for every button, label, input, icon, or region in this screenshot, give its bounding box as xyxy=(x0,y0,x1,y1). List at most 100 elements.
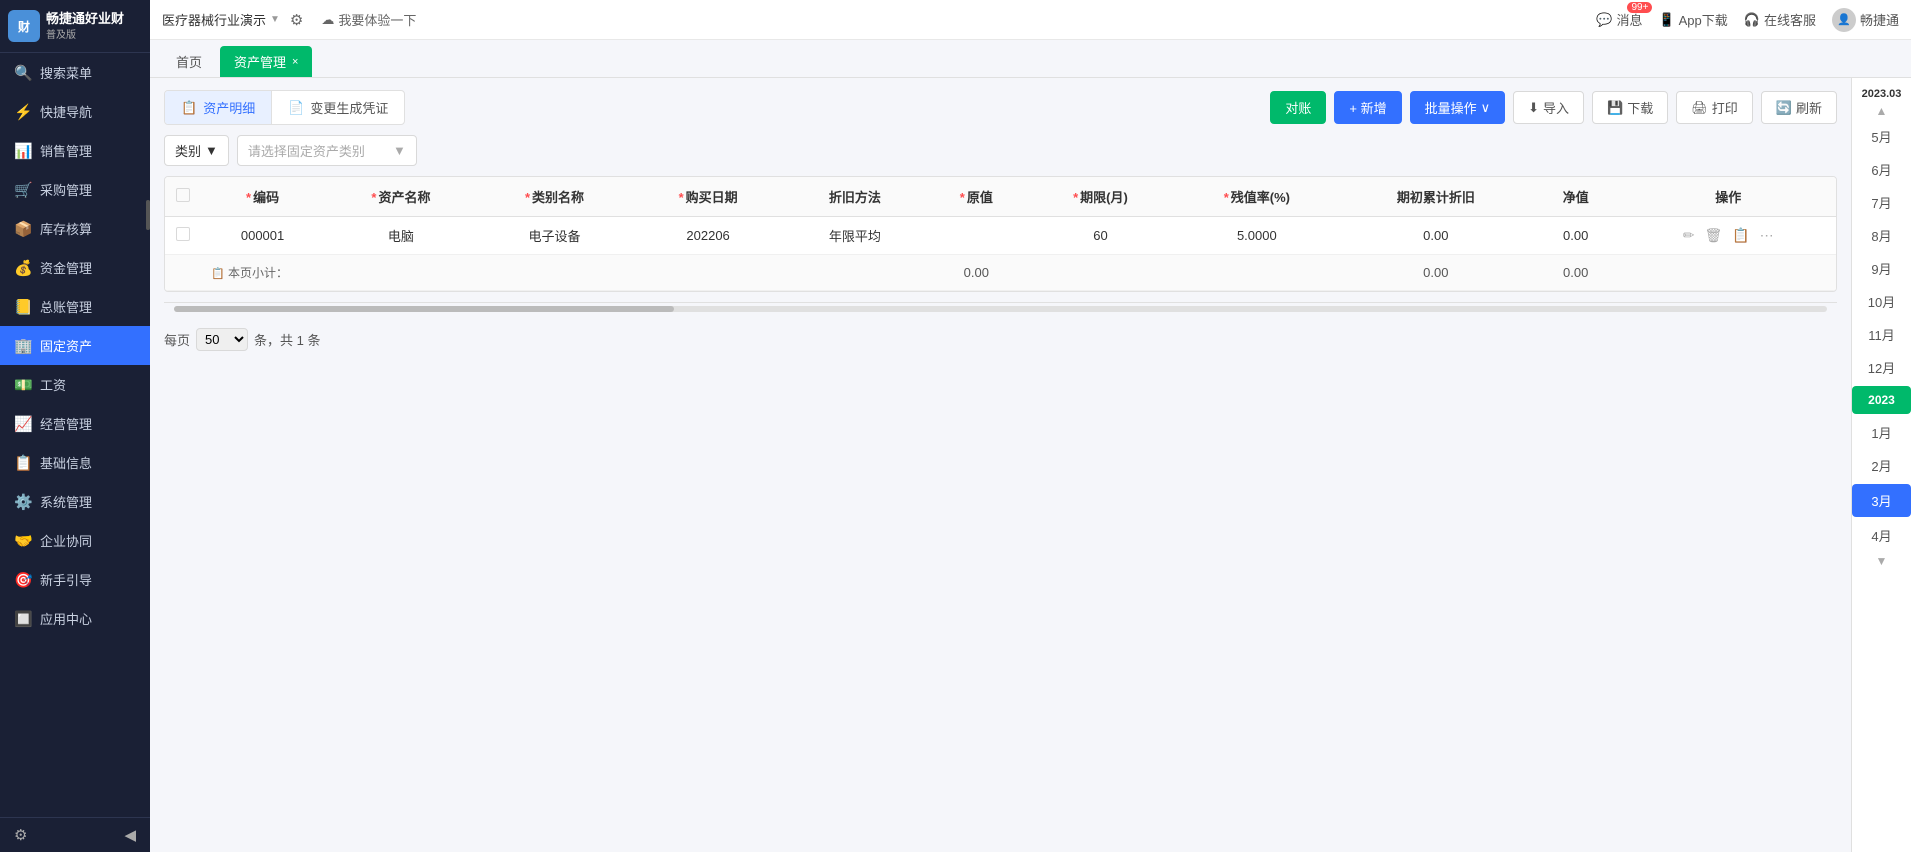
sidebar-item-guide[interactable]: 🎯 新手引导 xyxy=(0,560,150,599)
calendar-month-5[interactable]: 5月 xyxy=(1852,120,1911,153)
settings-icon[interactable]: ⚙ xyxy=(14,826,27,844)
mobile-icon: 📱 xyxy=(1658,12,1674,28)
gear-icon[interactable]: ⚙ xyxy=(290,11,303,29)
collapse-icon[interactable]: ◀ xyxy=(124,826,136,844)
sidebar-item-sales[interactable]: 📊 销售管理 xyxy=(0,131,150,170)
experience-button[interactable]: ☁ 我要体验一下 xyxy=(321,10,416,29)
sidebar-item-basic-info[interactable]: 📋 基础信息 xyxy=(0,443,150,482)
sidebar-item-label: 企业协同 xyxy=(40,531,92,550)
download-button[interactable]: 💾 下载 xyxy=(1592,91,1668,124)
calendar-month-8[interactable]: 8月 xyxy=(1852,219,1911,252)
sidebar-item-purchase[interactable]: 🛒 采购管理 xyxy=(0,170,150,209)
cloud-icon: ☁ xyxy=(321,12,334,28)
select-all-checkbox[interactable] xyxy=(176,188,190,202)
user-menu[interactable]: 👤 畅捷通 xyxy=(1832,8,1899,32)
calendar-year-2023[interactable]: 2023 xyxy=(1852,386,1911,414)
sidebar-item-operations[interactable]: 📈 经营管理 xyxy=(0,404,150,443)
app-name: 畅捷通好业财 xyxy=(46,11,124,27)
filter-row: 类别 ▼ 请选择固定资产类别 ▼ xyxy=(164,135,1837,166)
sidebar-item-label: 新手引导 xyxy=(40,570,92,589)
import-button[interactable]: ⬇ 导入 xyxy=(1513,91,1584,124)
horizontal-scrollbar[interactable] xyxy=(164,302,1837,314)
search-icon: 🔍 xyxy=(14,64,32,82)
calendar-month-1[interactable]: 1月 xyxy=(1852,416,1911,449)
new-button[interactable]: + 新增 xyxy=(1334,91,1401,124)
sidebar-item-app-center[interactable]: 🔲 应用中心 xyxy=(0,599,150,638)
company-selector[interactable]: 医疗器械行业演示 ▼ xyxy=(162,10,280,29)
category-value-select[interactable]: 请选择固定资产类别 ▼ xyxy=(237,135,417,166)
sidebar-nav: 🔍 搜索菜单 ⚡ 快捷导航 📊 销售管理 🛒 采购管理 📦 库存核算 💰 资金管… xyxy=(0,53,150,817)
refresh-button[interactable]: 🔄 刷新 xyxy=(1761,91,1837,124)
edit-icon[interactable]: ✏ xyxy=(1683,227,1695,244)
calendar-month-9[interactable]: 9月 xyxy=(1852,252,1911,285)
calendar-month-6[interactable]: 6月 xyxy=(1852,153,1911,186)
sidebar-item-system[interactable]: ⚙️ 系统管理 xyxy=(0,482,150,521)
reconcile-button[interactable]: 对账 xyxy=(1270,91,1326,124)
subtotal-accumulated: 0.00 xyxy=(1341,255,1531,291)
toolbar-right: 对账 + 新增 批量操作 ∨ ⬇ 导入 💾 下载 xyxy=(1270,91,1837,124)
sidebar-item-inventory[interactable]: 📦 库存核算 xyxy=(0,209,150,248)
cell-net-value: 0.00 xyxy=(1531,217,1620,255)
copy-icon[interactable]: 📋 xyxy=(1732,227,1749,244)
tab-change-voucher[interactable]: 📄 变更生成凭证 xyxy=(272,91,404,124)
calendar-current-month[interactable]: 3月 xyxy=(1852,484,1911,517)
calendar-month-4[interactable]: 4月 xyxy=(1852,519,1911,552)
sidebar-item-ledger[interactable]: 📒 总账管理 xyxy=(0,287,150,326)
basic-info-icon: 📋 xyxy=(14,454,32,472)
delete-icon[interactable]: 🗑 xyxy=(1704,227,1722,244)
tabbar: 首页 资产管理 × xyxy=(150,40,1911,78)
tab-asset-detail[interactable]: 📋 资产明细 xyxy=(165,91,272,124)
sidebar-item-quick-nav[interactable]: ⚡ 快捷导航 xyxy=(0,92,150,131)
sidebar-item-payroll[interactable]: 💵 工资 xyxy=(0,365,150,404)
app-logo: 财 畅捷通好业财 普及版 xyxy=(0,0,150,53)
sales-icon: 📊 xyxy=(14,142,32,160)
sidebar-item-label: 销售管理 xyxy=(40,141,92,160)
batch-ops-button[interactable]: 批量操作 ∨ xyxy=(1410,91,1506,124)
username: 畅捷通 xyxy=(1860,10,1899,29)
sidebar-item-search[interactable]: 🔍 搜索菜单 xyxy=(0,53,150,92)
topbar-right: 💬 消息 99+ 📱 App下载 🎧 在线客服 👤 畅捷通 xyxy=(1596,8,1899,32)
message-button[interactable]: 💬 消息 99+ xyxy=(1596,10,1642,29)
inner-tabs: 📋 资产明细 📄 变更生成凭证 xyxy=(164,90,405,125)
col-category: *类别名称 xyxy=(478,177,632,217)
calendar-month-2[interactable]: 2月 xyxy=(1852,449,1911,482)
sidebar-item-label: 库存核算 xyxy=(40,219,92,238)
subtotal-original-value: 0.00 xyxy=(925,255,1028,291)
col-accumulated-depreciation: 期初累计折旧 xyxy=(1341,177,1531,217)
tab-home[interactable]: 首页 xyxy=(162,46,216,77)
cell-accumulated-depreciation: 0.00 xyxy=(1341,217,1531,255)
row-checkbox[interactable] xyxy=(176,227,190,241)
tab-close-icon[interactable]: × xyxy=(292,56,298,68)
col-period: *期限(月) xyxy=(1028,177,1173,217)
sidebar-item-finance[interactable]: 💰 资金管理 xyxy=(0,248,150,287)
tab-asset-mgmt[interactable]: 资产管理 × xyxy=(220,46,312,77)
calendar-scroll-down[interactable]: ▼ xyxy=(1874,552,1890,570)
download-icon: 💾 xyxy=(1607,100,1623,116)
print-button[interactable]: 🖨 打印 xyxy=(1676,91,1753,124)
app-download-button[interactable]: 📱 App下载 xyxy=(1658,10,1727,29)
total-count: 条，共 1 条 xyxy=(254,330,320,349)
cell-code: 000001 xyxy=(201,217,324,255)
app-center-icon: 🔲 xyxy=(14,610,32,628)
category-select[interactable]: 类别 ▼ xyxy=(164,135,229,166)
calendar-scroll-up[interactable]: ▲ xyxy=(1874,102,1890,120)
calendar-panel: 2023.03 ▲ 5月 6月 7月 8月 9月 10月 11月 12月 202… xyxy=(1851,78,1911,852)
sidebar-item-fixed-assets[interactable]: 🏢 固定资产 xyxy=(0,326,150,365)
scroll-thumb[interactable] xyxy=(174,306,674,312)
per-page-select[interactable]: 50 10 20 100 xyxy=(196,328,248,351)
quick-nav-icon: ⚡ xyxy=(14,103,32,121)
sidebar-item-enterprise[interactable]: 🤝 企业协同 xyxy=(0,521,150,560)
calendar-month-12[interactable]: 12月 xyxy=(1852,351,1911,384)
calendar-month-10[interactable]: 10月 xyxy=(1852,285,1911,318)
sidebar-item-label: 搜索菜单 xyxy=(40,63,92,82)
main-wrap: 医疗器械行业演示 ▼ ⚙ ☁ 我要体验一下 💬 消息 99+ 📱 App下载 🎧… xyxy=(150,0,1911,852)
calendar-month-11[interactable]: 11月 xyxy=(1852,318,1911,351)
calendar-month-7[interactable]: 7月 xyxy=(1852,186,1911,219)
sidebar-item-label: 资金管理 xyxy=(40,258,92,277)
guide-icon: 🎯 xyxy=(14,571,32,589)
more-icon[interactable]: ⋯ xyxy=(1760,227,1774,244)
cell-category: 电子设备 xyxy=(478,217,632,255)
subtotal-row: 📋 本页小计： 0.00 0.00 0.00 xyxy=(165,255,1836,291)
online-service-button[interactable]: 🎧 在线客服 xyxy=(1744,10,1816,29)
change-voucher-icon: 📄 xyxy=(288,100,304,116)
